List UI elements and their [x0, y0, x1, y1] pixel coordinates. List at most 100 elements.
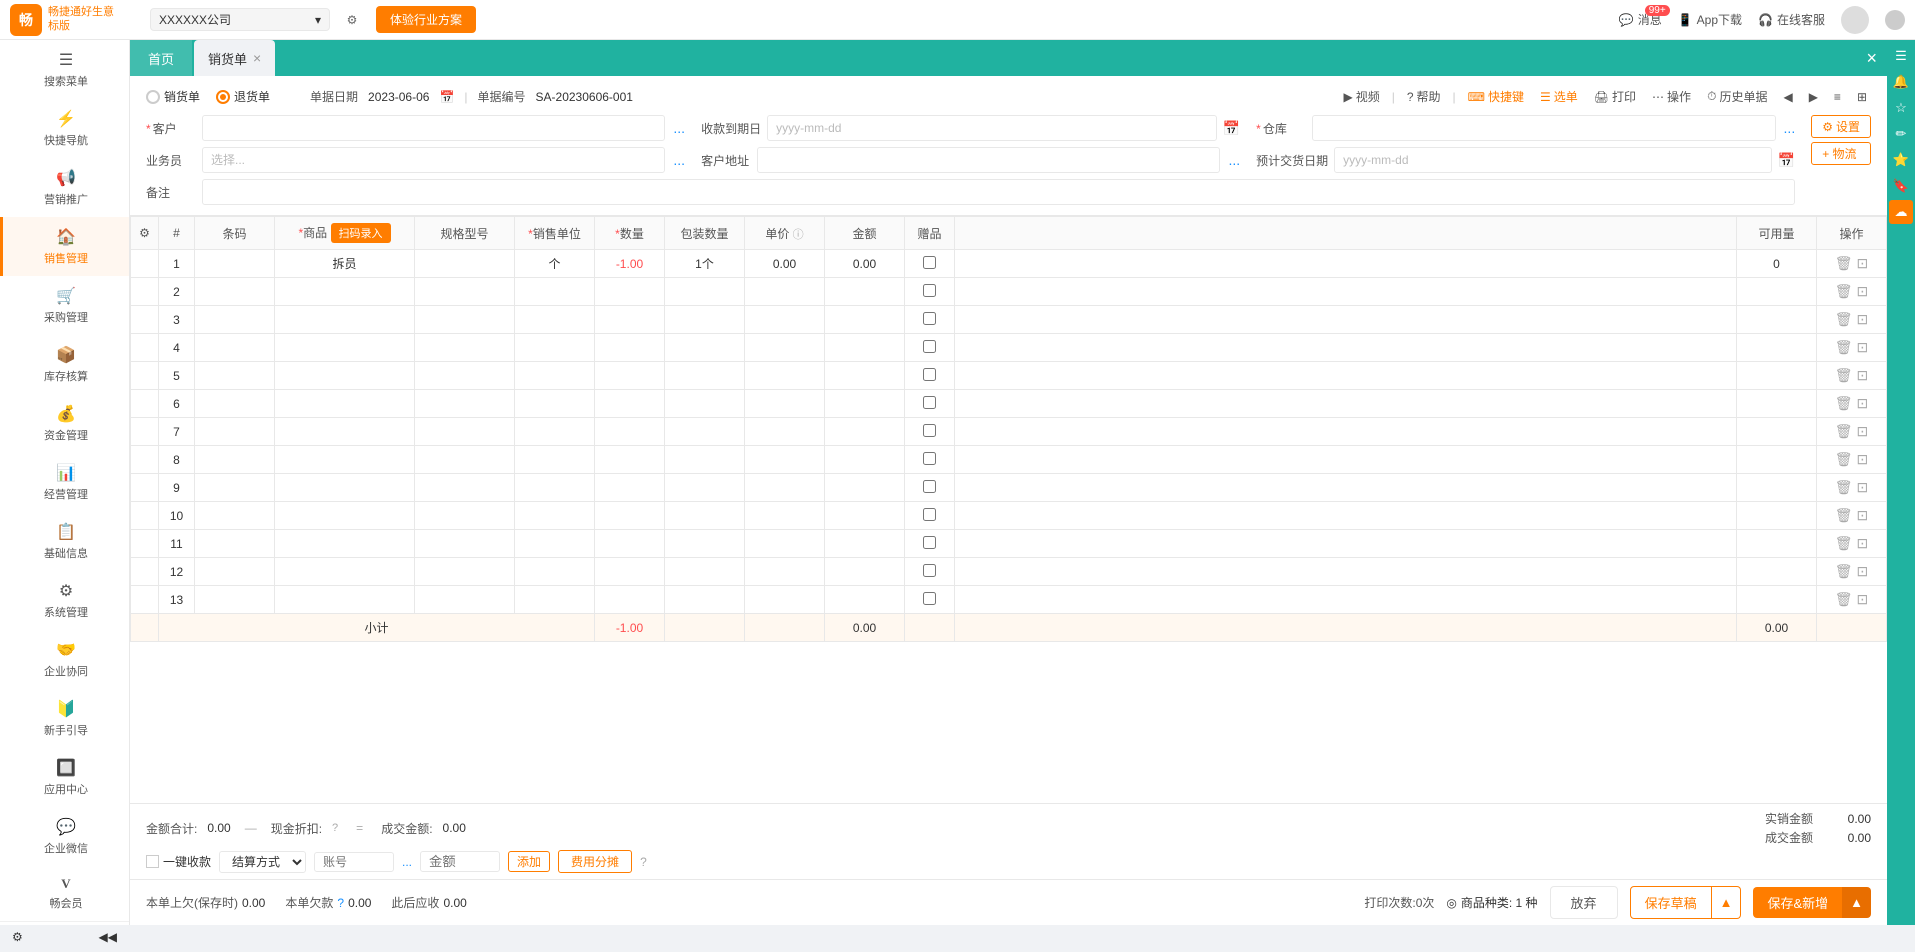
payment-due-input[interactable] — [767, 115, 1217, 141]
save-new-button[interactable]: 保存&新增 — [1753, 887, 1842, 918]
toolbar-select[interactable]: ☰ 选单 — [1536, 86, 1582, 107]
salesperson-input[interactable] — [202, 147, 665, 173]
toolbar-action[interactable]: ⋯ 操作 — [1648, 86, 1695, 107]
right-panel-btn-5[interactable]: ⭐ — [1889, 148, 1913, 172]
sidebar-item-enterprise[interactable]: 🤝 企业协同 — [0, 630, 129, 689]
warehouse-input[interactable]: 建材仓 — [1312, 115, 1775, 141]
logistics-button[interactable]: + 物流 — [1811, 142, 1871, 165]
right-panel-btn-4[interactable]: ✏ — [1889, 122, 1913, 146]
save-draft-button[interactable]: 保存草稿 — [1630, 886, 1712, 919]
online-service-item[interactable]: 🎧 在线客服 — [1758, 11, 1825, 28]
toolbar-video[interactable]: ▶ 视频 — [1339, 86, 1383, 107]
delete-icon[interactable]: 🗑 — [1835, 311, 1853, 328]
cell-qty-1[interactable]: -1.00 — [595, 250, 665, 278]
tab-sale-order[interactable]: 销货单 × — [194, 40, 275, 76]
cell-unit-1[interactable]: 个 — [515, 250, 595, 278]
cell-pack-1[interactable]: 1个 — [665, 250, 745, 278]
toolbar-view-grid[interactable]: ⊞ — [1853, 88, 1871, 106]
copy-icon[interactable]: ⊡ — [1857, 255, 1869, 272]
right-panel-btn-2[interactable]: 🔔 — [1889, 70, 1913, 94]
copy-icon[interactable]: ⊡ — [1857, 563, 1869, 580]
sidebar-item-guide[interactable]: 🔰 新手引导 — [0, 689, 129, 748]
right-panel-btn-6[interactable]: 🔖 — [1889, 174, 1913, 198]
discount-info-icon[interactable]: ? — [332, 822, 338, 834]
sidebar-item-marketing[interactable]: 📢 营销推广 — [0, 158, 129, 217]
setting-button[interactable]: ⚙ 设置 — [1811, 115, 1871, 138]
trial-button[interactable]: 体验行业方案 — [376, 6, 476, 33]
avatar[interactable] — [1841, 6, 1869, 34]
sidebar-item-search-order[interactable]: ☰ 搜索菜单 — [0, 40, 129, 99]
tab-home[interactable]: 首页 — [130, 40, 192, 76]
sidebar-item-member[interactable]: V 畅会员 — [0, 866, 129, 921]
total-owe-question[interactable]: ? — [337, 896, 344, 910]
customer-input[interactable] — [202, 115, 665, 141]
sidebar-item-purchase-mgmt[interactable]: 🛒 采购管理 — [0, 276, 129, 335]
salesperson-more-icon[interactable]: ... — [673, 152, 685, 168]
copy-icon[interactable]: ⊡ — [1857, 395, 1869, 412]
delete-icon[interactable]: 🗑 — [1835, 395, 1853, 412]
toolbar-print[interactable]: 🖨 打印 — [1590, 86, 1640, 107]
customer-addr-input[interactable] — [757, 147, 1220, 173]
remark-input[interactable] — [202, 179, 1795, 205]
window-close-icon[interactable]: × — [1866, 48, 1877, 69]
expense-question-icon[interactable]: ? — [640, 855, 647, 869]
right-panel-btn-3[interactable]: ☆ — [1889, 96, 1913, 120]
app-download-item[interactable]: 📱 App下载 — [1678, 11, 1742, 28]
copy-icon[interactable]: ⊡ — [1857, 451, 1869, 468]
cell-amount-1[interactable]: 0.00 — [825, 250, 905, 278]
toolbar-view-list[interactable]: ≡ — [1830, 88, 1845, 106]
toolbar-shortcut[interactable]: ⌨ 快捷键 — [1464, 86, 1528, 107]
settings-icon[interactable]: ⚙ — [338, 6, 366, 34]
copy-icon[interactable]: ⊡ — [1857, 283, 1869, 300]
delete-icon[interactable]: 🗑 — [1835, 563, 1853, 580]
right-panel-btn-active[interactable]: ☁ — [1889, 200, 1913, 224]
abandon-button[interactable]: 放弃 — [1550, 886, 1618, 919]
sidebar-item-inventory[interactable]: 📦 库存核算 — [0, 335, 129, 394]
sidebar-item-system-mgmt[interactable]: ⚙ 系统管理 — [0, 571, 129, 630]
delete-icon[interactable]: 🗑 — [1835, 255, 1853, 272]
copy-icon[interactable]: ⊡ — [1857, 339, 1869, 356]
copy-icon[interactable]: ⊡ — [1857, 311, 1869, 328]
cell-gift-1[interactable] — [905, 250, 955, 278]
add-payment-button[interactable]: 添加 — [508, 851, 550, 872]
scan-btn[interactable]: 扫码录入 — [331, 223, 391, 243]
cell-price-1[interactable]: 0.00 — [745, 250, 825, 278]
warehouse-more-icon[interactable]: ... — [1784, 120, 1796, 136]
copy-icon[interactable]: ⊡ — [1857, 591, 1869, 608]
copy-icon[interactable]: ⊡ — [1857, 535, 1869, 552]
expected-date-input[interactable] — [1334, 147, 1772, 173]
radio-return[interactable]: 退货单 — [216, 88, 270, 105]
customer-addr-more-icon[interactable]: ... — [1228, 152, 1240, 168]
th-gear[interactable]: ⚙ — [131, 217, 159, 250]
delete-icon[interactable]: 🗑 — [1835, 283, 1853, 300]
user-menu[interactable] — [1885, 10, 1905, 30]
delete-icon[interactable]: 🗑 — [1835, 535, 1853, 552]
price-info-icon[interactable]: ⓘ — [793, 229, 804, 241]
delete-icon[interactable]: 🗑 — [1835, 423, 1853, 440]
pay-method-select[interactable]: 结算方式 — [219, 851, 306, 873]
delete-icon[interactable]: 🗑 — [1835, 507, 1853, 524]
company-selector[interactable]: XXXXXX公司 ▾ — [150, 8, 330, 31]
tab-close-icon[interactable]: × — [253, 50, 261, 66]
one-click-checkbox[interactable] — [146, 855, 159, 868]
sidebar-settings-icon[interactable]: ⚙ — [12, 930, 23, 944]
copy-icon[interactable]: ⊡ — [1857, 367, 1869, 384]
copy-icon[interactable]: ⊡ — [1857, 423, 1869, 440]
expense-split-button[interactable]: 费用分摊 — [558, 850, 632, 873]
calendar-expected-icon[interactable]: 📅 — [1778, 152, 1795, 169]
sidebar-item-app-center[interactable]: 🔲 应用中心 — [0, 748, 129, 807]
delete-icon[interactable]: 🗑 — [1835, 367, 1853, 384]
delete-icon[interactable]: 🗑 — [1835, 339, 1853, 356]
account-input[interactable] — [314, 852, 394, 872]
radio-sale[interactable]: 销货单 — [146, 88, 200, 105]
sidebar-item-sales-mgmt[interactable]: 🏠 销售管理 — [0, 217, 129, 276]
calendar-icon[interactable]: 📅 — [439, 90, 454, 104]
account-dots-icon[interactable]: ... — [402, 855, 412, 869]
right-panel-btn-1[interactable]: ☰ — [1889, 44, 1913, 68]
toolbar-nav-next[interactable]: ▶ — [1805, 88, 1822, 106]
delete-icon[interactable]: 🗑 — [1835, 591, 1853, 608]
sidebar-collapse-icon[interactable]: ◀◀ — [99, 930, 117, 944]
sidebar-item-finance[interactable]: 💰 资金管理 — [0, 394, 129, 453]
toolbar-history[interactable]: ⏱ 历史单据 — [1703, 86, 1771, 107]
toolbar-help[interactable]: ? 帮助 — [1403, 86, 1445, 107]
